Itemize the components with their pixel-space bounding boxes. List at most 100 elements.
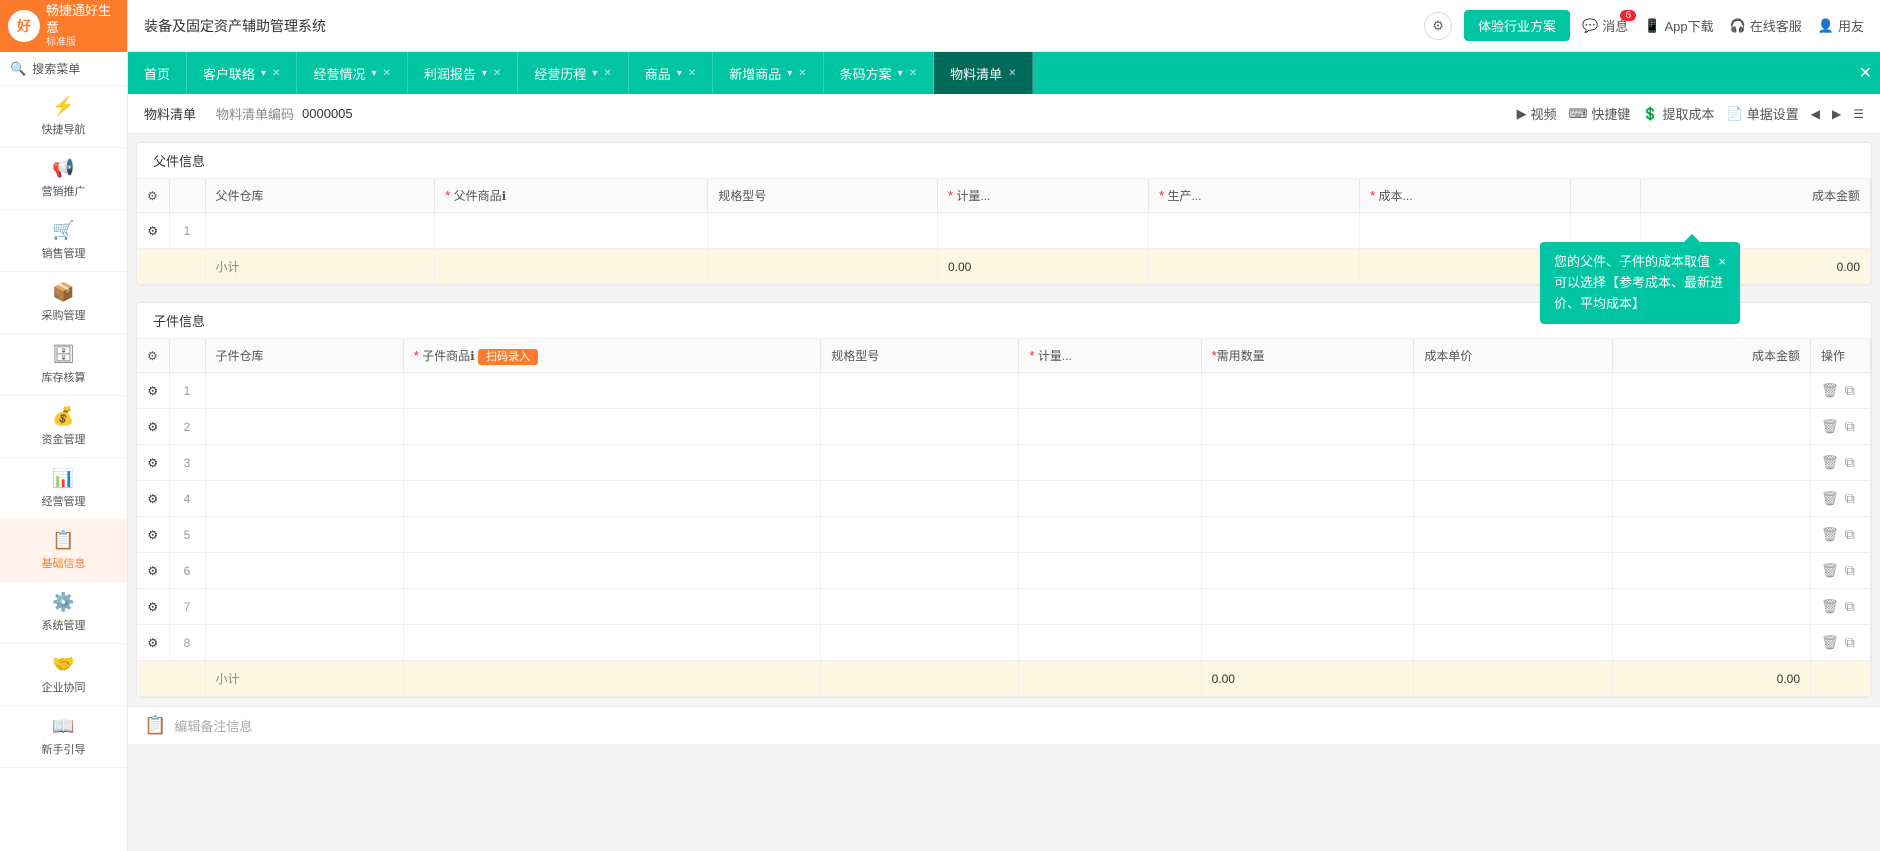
settings-button[interactable]: ⚙ (1424, 12, 1452, 40)
child-row-cost-unit-0[interactable] (1414, 373, 1612, 409)
child-row-needed-qty-2[interactable] (1201, 445, 1414, 481)
sidebar-item-operations[interactable]: 📊 经营管理 (0, 458, 127, 520)
child-row-warehouse-2[interactable] (205, 445, 403, 481)
tab-arrow-3[interactable]: ▾ (482, 68, 487, 79)
child-row-qty-unit-0[interactable] (1019, 373, 1201, 409)
view-button[interactable]: ▶ 视频 (1517, 104, 1557, 123)
sidebar-item-search[interactable]: 🔍 搜索菜单 (0, 52, 127, 86)
child-row-settings-0[interactable]: ⚙ (137, 373, 169, 409)
nav-prev-button[interactable]: ◀ (1811, 107, 1820, 121)
tab-arrow-7[interactable]: ▾ (898, 68, 903, 79)
sidebar-item-system[interactable]: ⚙️ 系统管理 (0, 582, 127, 644)
child-row-spec-1[interactable] (821, 409, 1019, 445)
delete-icon-6[interactable]: 🗑 (1821, 598, 1839, 615)
child-row-needed-qty-4[interactable] (1201, 517, 1414, 553)
child-row-spec-5[interactable] (821, 553, 1019, 589)
child-row-product-3[interactable] (403, 481, 820, 517)
child-row-spec-2[interactable] (821, 445, 1019, 481)
child-row-cost-unit-6[interactable] (1414, 589, 1612, 625)
child-row-product-6[interactable] (403, 589, 820, 625)
close-all-tabs-button[interactable]: ✕ (1859, 63, 1880, 83)
child-row-warehouse-1[interactable] (205, 409, 403, 445)
child-row-spec-0[interactable] (821, 373, 1019, 409)
delete-icon-1[interactable]: 🗑 (1821, 418, 1839, 435)
copy-icon-1[interactable]: ⧉ (1845, 418, 1855, 435)
child-row-spec-7[interactable] (821, 625, 1019, 661)
child-row-settings-3[interactable]: ⚙ (137, 481, 169, 517)
sidebar-item-purchase[interactable]: 📦 采购管理 (0, 272, 127, 334)
copy-icon-3[interactable]: ⧉ (1845, 490, 1855, 507)
child-row-qty-unit-2[interactable] (1019, 445, 1201, 481)
grid-view-button[interactable]: ☰ (1853, 107, 1864, 121)
delete-icon-4[interactable]: 🗑 (1821, 526, 1839, 543)
tab-arrow-1[interactable]: ▾ (261, 68, 266, 79)
sidebar-item-inventory[interactable]: 🗄 库存核算 (0, 334, 127, 396)
child-row-spec-6[interactable] (821, 589, 1019, 625)
cost-button[interactable]: 💲 提取成本 (1642, 104, 1714, 123)
nav-next-button[interactable]: ▶ (1832, 107, 1841, 121)
child-row-settings-5[interactable]: ⚙ (137, 553, 169, 589)
tab-close-2[interactable]: ✕ (383, 68, 391, 79)
child-row-spec-3[interactable] (821, 481, 1019, 517)
parent-row-settings[interactable]: ⚙ (137, 213, 169, 249)
child-row-qty-unit-5[interactable] (1019, 553, 1201, 589)
bill-setting-button[interactable]: 📄 单据设置 (1727, 104, 1799, 123)
copy-icon-0[interactable]: ⧉ (1845, 382, 1855, 399)
delete-icon-2[interactable]: 🗑 (1821, 454, 1839, 471)
delete-icon-7[interactable]: 🗑 (1821, 634, 1839, 651)
parent-row-spec[interactable] (708, 213, 938, 249)
child-row-warehouse-5[interactable] (205, 553, 403, 589)
tab-close-4[interactable]: ✕ (603, 68, 611, 79)
child-row-product-4[interactable] (403, 517, 820, 553)
child-row-needed-qty-7[interactable] (1201, 625, 1414, 661)
tab-arrow-6[interactable]: ▾ (787, 68, 792, 79)
sidebar-item-sales[interactable]: 🛒 销售管理 (0, 210, 127, 272)
shortcut-button[interactable]: ⌨ 快捷键 (1569, 104, 1631, 123)
sidebar-item-quick-nav[interactable]: ⚡ 快捷导航 (0, 86, 127, 148)
notes-placeholder[interactable]: 编辑备注信息 (174, 716, 252, 735)
sidebar-item-marketing[interactable]: 📢 营销推广 (0, 148, 127, 210)
child-row-settings-1[interactable]: ⚙ (137, 409, 169, 445)
child-row-warehouse-3[interactable] (205, 481, 403, 517)
tab-close-6[interactable]: ✕ (798, 68, 806, 79)
child-col-settings[interactable]: ⚙ (137, 339, 169, 373)
child-row-warehouse-4[interactable] (205, 517, 403, 553)
scan-input-button[interactable]: 扫码录入 (478, 349, 538, 365)
child-row-qty-unit-7[interactable] (1019, 625, 1201, 661)
child-row-product-5[interactable] (403, 553, 820, 589)
app-download-button[interactable]: 📱 App下载 (1644, 16, 1713, 35)
parent-row-product[interactable] (435, 213, 708, 249)
child-row-needed-qty-1[interactable] (1201, 409, 1414, 445)
child-row-settings-2[interactable]: ⚙ (137, 445, 169, 481)
nav-tab-6[interactable]: 新增商品▾✕ (713, 52, 823, 94)
sidebar-item-guide[interactable]: 📖 新手引导 (0, 706, 127, 768)
tab-close-3[interactable]: ✕ (493, 68, 501, 79)
child-row-spec-4[interactable] (821, 517, 1019, 553)
tooltip-close-button[interactable]: × (1718, 252, 1726, 273)
nav-tab-0[interactable]: 首页 (128, 52, 187, 94)
trial-button[interactable]: 体验行业方案 (1464, 10, 1570, 41)
nav-tab-7[interactable]: 条码方案▾✕ (824, 52, 934, 94)
tab-close-8[interactable]: ✕ (1008, 68, 1016, 79)
tab-arrow-5[interactable]: ▾ (677, 68, 682, 79)
delete-icon-5[interactable]: 🗑 (1821, 562, 1839, 579)
child-row-cost-unit-2[interactable] (1414, 445, 1612, 481)
tab-close-1[interactable]: ✕ (272, 68, 280, 79)
child-row-settings-4[interactable]: ⚙ (137, 517, 169, 553)
child-row-warehouse-7[interactable] (205, 625, 403, 661)
parent-col-settings[interactable]: ⚙ (137, 179, 169, 213)
nav-tab-5[interactable]: 商品▾✕ (629, 52, 713, 94)
child-row-qty-unit-3[interactable] (1019, 481, 1201, 517)
child-row-cost-unit-7[interactable] (1414, 625, 1612, 661)
child-row-cost-unit-3[interactable] (1414, 481, 1612, 517)
tab-arrow-2[interactable]: ▾ (371, 68, 376, 79)
parent-row-warehouse[interactable] (205, 213, 435, 249)
child-row-settings-6[interactable]: ⚙ (137, 589, 169, 625)
nav-tab-3[interactable]: 利润报告▾✕ (408, 52, 518, 94)
child-row-cost-unit-1[interactable] (1414, 409, 1612, 445)
child-row-cost-unit-5[interactable] (1414, 553, 1612, 589)
sidebar-item-cooperation[interactable]: 🤝 企业协同 (0, 644, 127, 706)
child-row-product-1[interactable] (403, 409, 820, 445)
child-row-cost-unit-4[interactable] (1414, 517, 1612, 553)
child-row-needed-qty-0[interactable] (1201, 373, 1414, 409)
